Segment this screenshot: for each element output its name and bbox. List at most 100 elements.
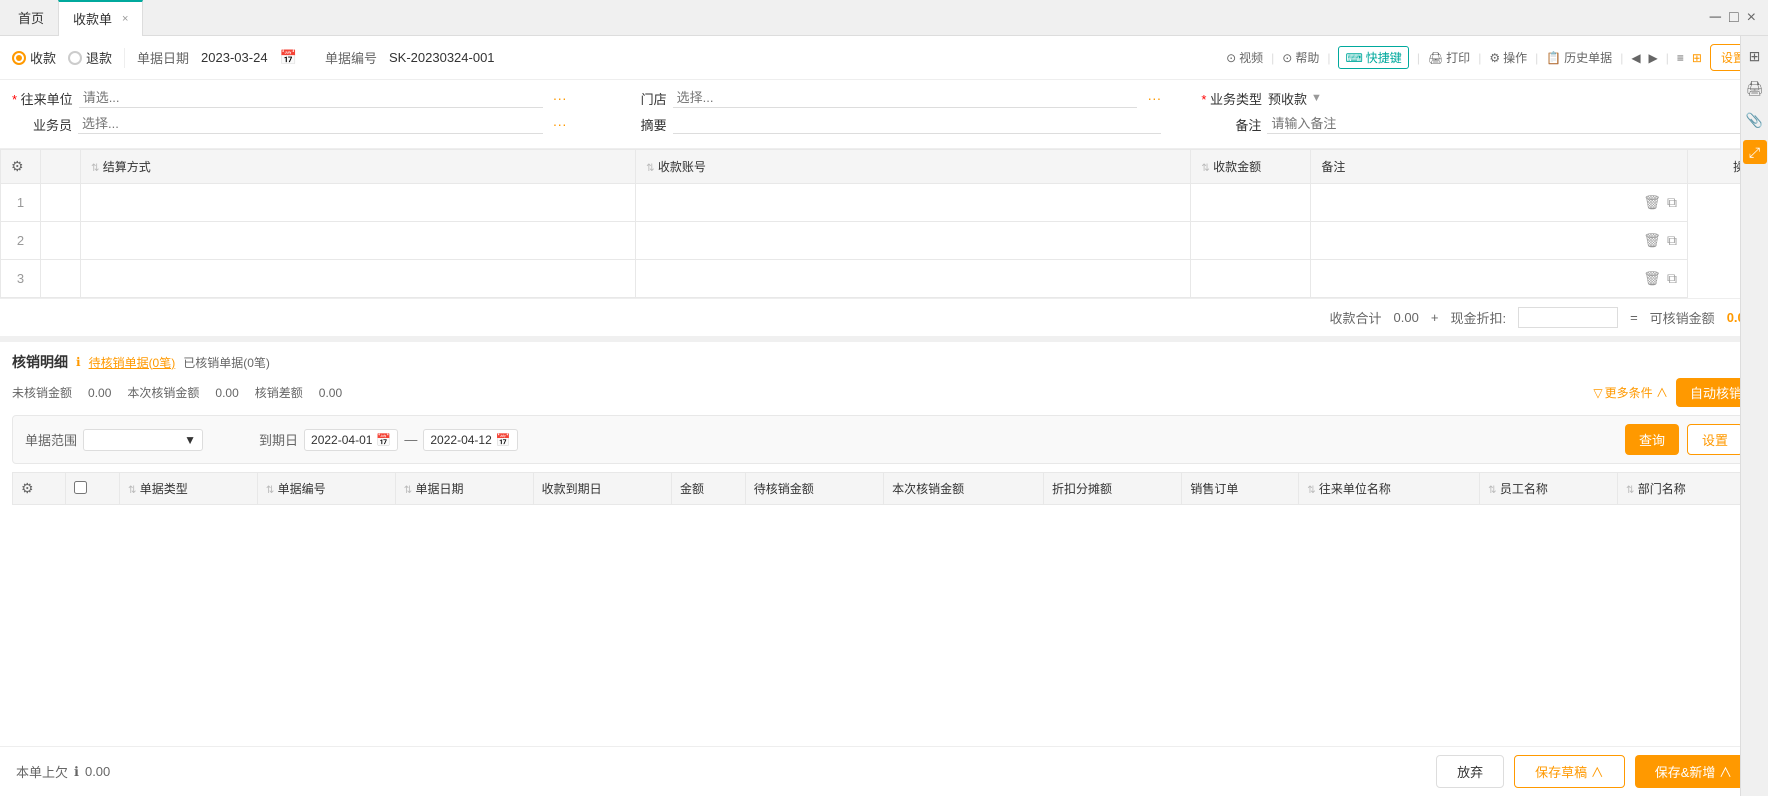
print-btn[interactable]: 🖨 打印 — [1428, 49, 1470, 66]
rec-check-all[interactable] — [74, 481, 87, 494]
rec-info-icon[interactable]: ℹ — [76, 355, 81, 369]
row-3-delete-icon[interactable]: 🗑 — [1643, 270, 1661, 287]
table-row: 2 🗑 ⧉ — [1, 222, 1768, 260]
done-tab[interactable]: 已核销单据(0笔) — [183, 354, 270, 371]
rec-settings-icon[interactable]: ⚙ — [21, 480, 34, 496]
right-sidebar: ⊞ 🖨 📎 ⤢ — [1740, 36, 1768, 796]
counterparty-more-icon[interactable]: ··· — [553, 90, 567, 106]
next-icon[interactable]: ▶ — [1649, 51, 1658, 65]
sidebar-table-icon[interactable]: ⊞ — [1743, 44, 1767, 68]
salesperson-input[interactable] — [78, 114, 543, 134]
row-3-copy-icon[interactable]: ⧉ — [1667, 270, 1677, 287]
remark-input[interactable] — [1267, 114, 1756, 134]
row-1-delete-icon[interactable]: 🗑 — [1643, 194, 1661, 211]
history-label: 历史单据 — [1564, 49, 1612, 66]
sidebar-expand-icon[interactable]: ⤢ — [1743, 140, 1767, 164]
row-2-account[interactable] — [81, 222, 636, 260]
row-1-remark[interactable] — [1191, 184, 1311, 222]
summary-label: 摘要 — [607, 115, 667, 134]
business-type-field: 业务类型 预收款 ▼ — [1201, 89, 1756, 108]
col-amount-header: ⇅ 收款金额 — [1191, 150, 1311, 184]
shortcut-label: 快捷键 — [1366, 49, 1402, 66]
bottom-info-label: 本单上欠 — [16, 762, 68, 781]
rec-stats: 未核销金额 0.00 本次核销金额 0.00 核销差额 0.00 ▽ 更多条件 … — [12, 378, 1756, 407]
tab-receipt[interactable]: 收款单 × — [58, 0, 143, 36]
date-from-field[interactable]: 2022-04-01 📅 — [304, 429, 398, 451]
shop-input[interactable] — [673, 88, 1138, 108]
tab-home[interactable]: 首页 — [4, 0, 58, 36]
pending-tab[interactable]: 待核销单据(0笔) — [89, 354, 176, 371]
row-1-copy-icon[interactable]: ⧉ — [1667, 194, 1677, 211]
bottom-info-icon[interactable]: ℹ — [74, 764, 79, 780]
remark-label: 备注 — [1201, 115, 1261, 134]
doc-number-label: 单据编号 — [325, 48, 377, 67]
row-2-amount[interactable] — [636, 222, 1191, 260]
date-to-value: 2022-04-12 — [430, 433, 491, 447]
table-settings-icon[interactable]: ⚙ — [11, 158, 24, 174]
draft-button[interactable]: 保存草稿 ∧ — [1514, 755, 1625, 788]
more-conditions-btn[interactable]: ▽ 更多条件 ∧ — [1593, 384, 1668, 401]
business-type-select[interactable]: 预收款 ▼ — [1268, 89, 1322, 108]
row-3-action: 🗑 ⧉ — [1311, 260, 1688, 298]
row-3-num: 3 — [1, 260, 41, 298]
row-1-amount[interactable] — [636, 184, 1191, 222]
date-to-field[interactable]: 2022-04-12 📅 — [423, 429, 517, 451]
sidebar-attachment-icon[interactable]: 📎 — [1743, 108, 1767, 132]
video-btn[interactable]: ⊙ 视频 — [1226, 49, 1263, 66]
summary-input[interactable] — [673, 114, 1162, 134]
row-2-delete-icon[interactable]: 🗑 — [1643, 232, 1661, 249]
current-rec-value: 0.00 — [215, 386, 238, 400]
bottom-buttons: 放弃 保存草稿 ∧ 保存&新增 ∧ — [1436, 755, 1752, 788]
grid-icon[interactable]: ⊞ — [1692, 51, 1702, 65]
discount-input[interactable] — [1518, 307, 1618, 328]
toolbar-right: ⊙ 视频 | ⊙ 帮助 | ⌨ 快捷键 | 🖨 打印 | ⚙ 操作 — [1226, 44, 1756, 71]
bottom-info-value: 0.00 — [85, 764, 110, 779]
abandon-button[interactable]: 放弃 — [1436, 755, 1504, 788]
shop-more-icon[interactable]: ··· — [1147, 90, 1161, 106]
doc-number-value: SK-20230324-001 — [389, 50, 495, 65]
sidebar-print-icon[interactable]: 🖨 — [1743, 76, 1767, 100]
tab-bar: 首页 收款单 × ─ □ × — [0, 0, 1768, 36]
operation-btn[interactable]: ⚙ 操作 — [1489, 49, 1527, 66]
minimize-icon[interactable]: ─ — [1710, 9, 1721, 27]
history-btn[interactable]: 📋 历史单据 — [1546, 49, 1612, 66]
row-3-amount[interactable] — [636, 260, 1191, 298]
row-1-settlement[interactable] — [41, 184, 81, 222]
rec-header: 核销明细 ℹ 待核销单据(0笔) 已核销单据(0笔) — [12, 352, 1756, 372]
row-3-settlement[interactable] — [41, 260, 81, 298]
range-select[interactable]: ▼ — [83, 429, 203, 451]
radio-refund[interactable]: 退款 — [68, 48, 112, 67]
row-1-account[interactable] — [81, 184, 636, 222]
help-btn[interactable]: ⊙ 帮助 — [1282, 49, 1319, 66]
row-2-settlement[interactable] — [41, 222, 81, 260]
counterparty-input[interactable] — [79, 88, 543, 108]
radio-receipt[interactable]: 收款 — [12, 48, 56, 67]
date-from-value: 2022-04-01 — [311, 433, 372, 447]
filter-settings-button[interactable]: 设置 — [1687, 424, 1743, 455]
radio-receipt-dot — [12, 51, 26, 65]
radio-refund-dot — [68, 51, 82, 65]
shortcut-btn[interactable]: ⌨ 快捷键 — [1338, 46, 1408, 69]
salesperson-more-icon[interactable]: ··· — [553, 116, 567, 132]
list-icon[interactable]: ≡ — [1677, 51, 1684, 65]
query-button[interactable]: 查询 — [1625, 424, 1679, 455]
form-row-1: 往来单位 ··· 门店 ··· 业务类型 预收款 ▼ — [12, 88, 1756, 108]
rec-col-discount: 折扣分摊额 — [1044, 473, 1182, 505]
toolbar-divider-1 — [124, 48, 125, 68]
bottom-info: 本单上欠 ℹ 0.00 — [16, 762, 110, 781]
date-value: 2023-03-24 — [201, 50, 268, 65]
row-2-remark[interactable] — [1191, 222, 1311, 260]
prev-icon[interactable]: ◀ — [1631, 51, 1640, 65]
tab-close-icon[interactable]: × — [122, 13, 128, 25]
row-3-account[interactable] — [81, 260, 636, 298]
tab-receipt-label: 收款单 — [73, 9, 112, 28]
save-new-button[interactable]: 保存&新增 ∧ — [1635, 755, 1752, 788]
main-area: 收款 退款 单据日期 2023-03-24 📅 单据编号 SK-20230324… — [0, 36, 1768, 796]
calendar-icon[interactable]: 📅 — [280, 49, 297, 66]
sort-icon-account: ⇅ — [646, 163, 654, 174]
row-2-num: 2 — [1, 222, 41, 260]
close-window-icon[interactable]: × — [1747, 9, 1756, 27]
row-3-remark[interactable] — [1191, 260, 1311, 298]
row-2-copy-icon[interactable]: ⧉ — [1667, 232, 1677, 249]
maximize-icon[interactable]: □ — [1729, 9, 1739, 27]
